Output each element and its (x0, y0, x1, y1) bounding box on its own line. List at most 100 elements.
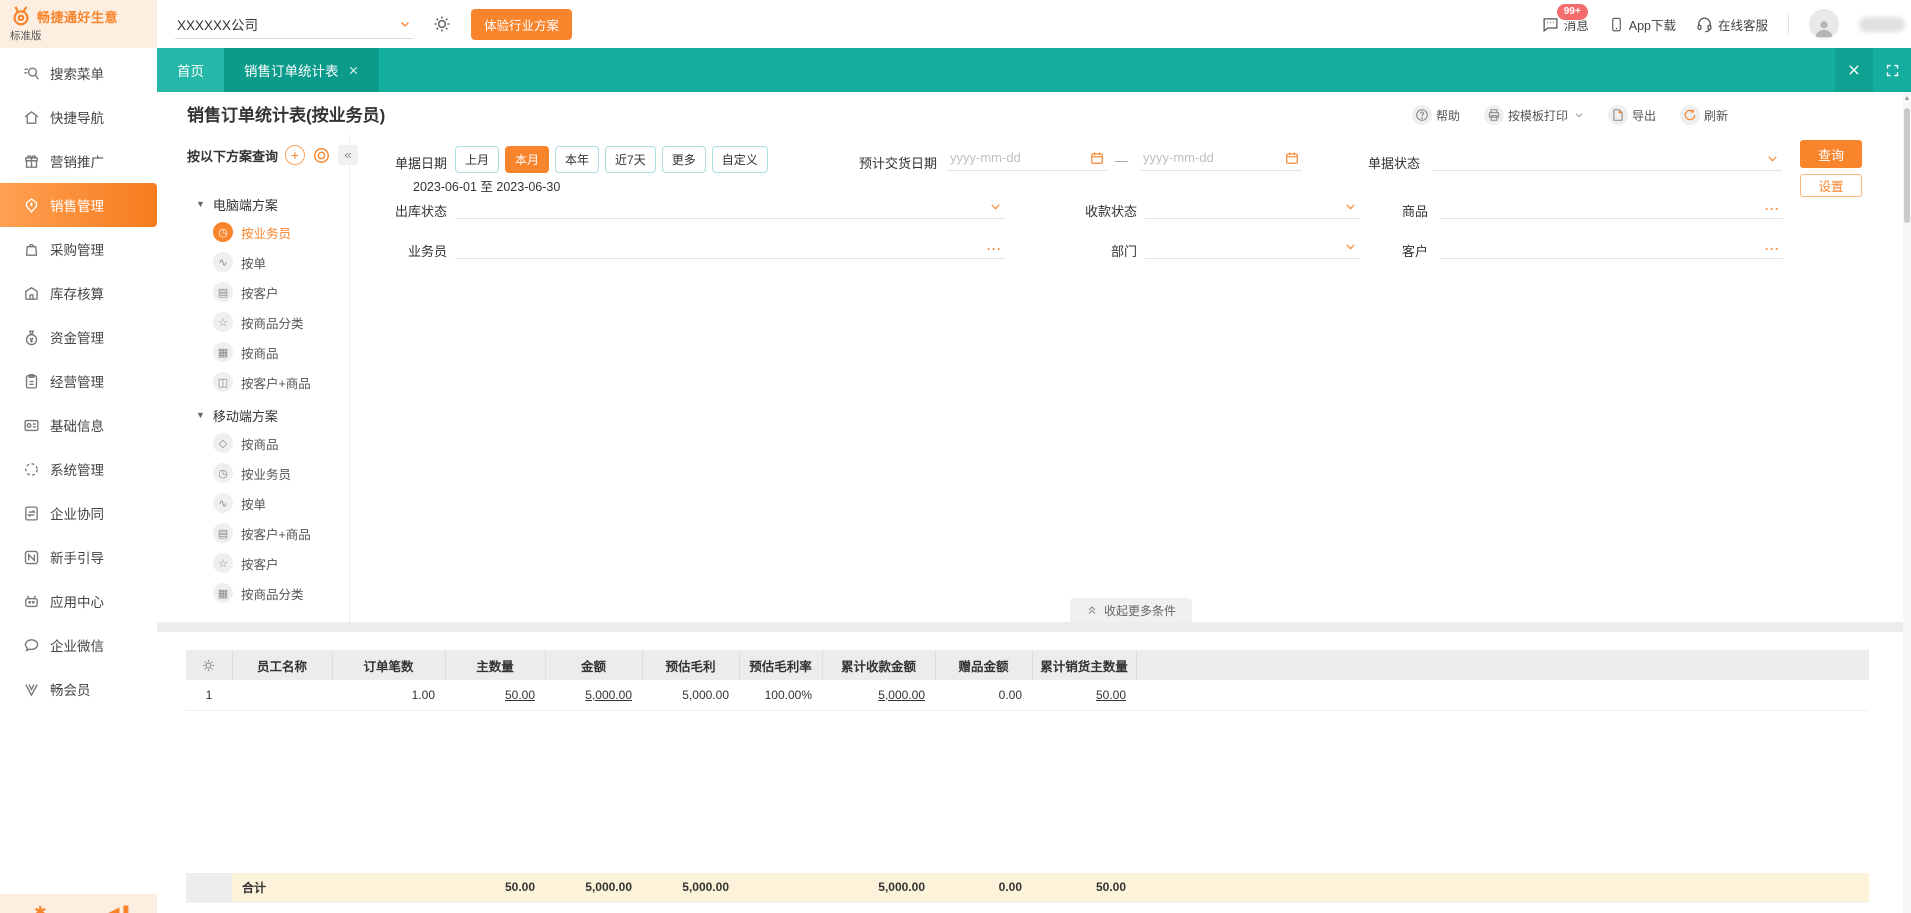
sidebar-item-app-center[interactable]: 应用中心 (0, 579, 157, 623)
company-selector[interactable]: XXXXXX公司 (175, 10, 413, 39)
outbound-status-label: 出库状态 (394, 204, 447, 219)
col-est-profit[interactable]: 预估毛利 (642, 650, 740, 680)
doc-date-label: 单据日期 (394, 156, 447, 171)
dashed-circle-icon (22, 460, 40, 478)
tab-active-label: 销售订单统计表 (244, 64, 339, 79)
settings-button[interactable]: 设置 (1800, 174, 1862, 197)
sidebar-item-basic-info[interactable]: 基础信息 (0, 403, 157, 447)
settings-gear-icon[interactable] (433, 15, 451, 33)
export-icon (1607, 105, 1628, 125)
pill-this-month[interactable]: 本月 (505, 146, 550, 173)
cell-order-count: 1.00 (332, 680, 445, 711)
chevron-down-icon[interactable] (1574, 110, 1584, 120)
tree-item-m-by-goods-category[interactable]: ▦ 按商品分类 (157, 578, 349, 608)
table-total-row: 合计 50.00 5,000.00 5,000.00 5,000.00 0.00… (186, 872, 1869, 903)
tree-item-by-customer-goods[interactable]: ◫ 按客户+商品 (157, 367, 349, 397)
tree-group-pc[interactable]: ▼ 电脑端方案 (157, 191, 349, 217)
vertical-scrollbar[interactable]: ▲ (1903, 92, 1911, 913)
column-settings-button[interactable] (186, 650, 233, 680)
tree-item-by-order[interactable]: ∿ 按单 (157, 247, 349, 277)
user-name-redacted[interactable] (1859, 16, 1905, 32)
bar-chart-icon: ▦ (213, 583, 233, 603)
page-title: 销售订单统计表(按业务员) (187, 106, 386, 125)
refresh-button[interactable]: 刷新 (1679, 105, 1728, 125)
delivery-date-start-input[interactable]: yyyy-mm-dd (947, 145, 1107, 171)
col-main-qty[interactable]: 主数量 (445, 650, 546, 680)
tree-item-m-by-customer-goods[interactable]: ▤ 按客户+商品 (157, 518, 349, 548)
sidebar-item-quick-nav[interactable]: 快捷导航 (0, 95, 157, 139)
tab-sales-order-report[interactable]: 销售订单统计表 (224, 48, 379, 92)
chevron-down-icon (989, 200, 1002, 213)
sidebar-item-search-menu[interactable]: 搜索菜单 (0, 51, 157, 95)
delivery-date-end-input[interactable]: yyyy-mm-dd (1140, 145, 1302, 171)
sidebar-item-sales-management[interactable]: 销售管理 (0, 183, 157, 227)
department-select[interactable] (1145, 233, 1360, 259)
money-bag-icon (22, 328, 40, 346)
col-received-amount[interactable]: 累计收款金额 (822, 650, 936, 680)
scroll-up-arrow-icon[interactable]: ▲ (1903, 95, 1911, 102)
col-sold-qty[interactable]: 累计销货主数量 (1032, 650, 1137, 680)
add-scheme-icon[interactable]: + (285, 145, 306, 165)
close-all-tabs-icon[interactable] (1835, 48, 1873, 92)
tree-item-by-goods-category[interactable]: ☆ 按商品分类 (157, 307, 349, 337)
gear-icon[interactable]: ✱ (34, 903, 47, 913)
goods-picker[interactable]: ··· (1440, 193, 1783, 219)
messages-button[interactable]: 99+ 消息 (1542, 2, 1589, 34)
tree-item-m-by-order[interactable]: ∿ 按单 (157, 488, 349, 518)
total-gift-amount: 0.00 (935, 872, 1032, 903)
print-by-template-button[interactable]: 按模板打印 (1483, 105, 1584, 125)
chat-bubble-icon (22, 636, 40, 654)
table-row[interactable]: 1 1.00 50.00 5,000.00 5,000.00 100.00% 5… (186, 680, 1869, 711)
tree-item-m-by-salesman[interactable]: ◷ 按业务员 (157, 458, 349, 488)
pill-more[interactable]: 更多 (661, 146, 706, 173)
tree-item-by-salesman[interactable]: ◷ 按业务员 (157, 217, 349, 247)
sidebar-item-funds-management[interactable]: 资金管理 (0, 315, 157, 359)
doc-status-select[interactable] (1432, 145, 1782, 171)
trend-icon: ∿ (213, 252, 233, 272)
col-gift-amount[interactable]: 赠品金额 (935, 650, 1033, 680)
outbound-status-select[interactable] (455, 193, 1005, 219)
sidebar-item-inventory-accounting[interactable]: 库存核算 (0, 271, 157, 315)
export-button[interactable]: 导出 (1607, 105, 1656, 125)
pill-this-year[interactable]: 本年 (555, 146, 600, 173)
avatar[interactable] (1809, 9, 1839, 39)
tree-item-m-by-customer[interactable]: ☆ 按客户 (157, 548, 349, 578)
tree-item-m-by-goods[interactable]: ◇ 按商品 (157, 428, 349, 458)
sidebar-item-business-management[interactable]: 经营管理 (0, 359, 157, 403)
tree-group-mobile[interactable]: ▼ 移动端方案 (157, 402, 349, 428)
pill-custom[interactable]: 自定义 (711, 146, 768, 173)
tree-item-by-goods[interactable]: ▦ 按商品 (157, 337, 349, 367)
scrollbar-thumb[interactable] (1904, 108, 1910, 223)
customer-picker[interactable]: ··· (1440, 233, 1783, 259)
help-button[interactable]: 帮助 (1411, 105, 1460, 125)
pill-last-7-days[interactable]: 近7天 (605, 146, 656, 173)
salesman-picker[interactable]: ··· (455, 233, 1005, 259)
app-download-button[interactable]: App下载 (1609, 15, 1676, 34)
online-service-button[interactable]: 在线客服 (1696, 15, 1768, 34)
col-est-profit-rate[interactable]: 预估毛利率 (739, 650, 823, 680)
tab-home[interactable]: 首页 (157, 48, 224, 92)
tab-close-icon[interactable] (348, 65, 359, 76)
receipt-status-select[interactable] (1145, 193, 1360, 219)
sidebar-item-system-management[interactable]: 系统管理 (0, 447, 157, 491)
sidebar-item-marketing[interactable]: 营销推广 (0, 139, 157, 183)
query-button[interactable]: 查询 (1800, 140, 1862, 168)
tree-item-by-customer[interactable]: ▤ 按客户 (157, 277, 349, 307)
col-order-count[interactable]: 订单笔数 (332, 650, 446, 680)
trial-industry-plan-button[interactable]: 体验行业方案 (471, 8, 573, 40)
scheme-settings-icon[interactable] (312, 146, 331, 165)
col-employee-name[interactable]: 员工名称 (232, 650, 333, 680)
pill-last-month[interactable]: 上月 (455, 146, 500, 173)
sidebar-item-beginner-guide[interactable]: 新手引导 (0, 535, 157, 579)
fullscreen-icon[interactable] (1873, 48, 1911, 92)
sidebar-item-purchase-management[interactable]: 采购管理 (0, 227, 157, 271)
sidebar-item-wecom[interactable]: 企业微信 (0, 623, 157, 667)
sidebar-item-chang-member[interactable]: 畅会员 (0, 667, 157, 711)
sidebar-item-enterprise-collab[interactable]: 企业协同 (0, 491, 157, 535)
megaphone-icon[interactable]: ◀❚ (108, 903, 132, 913)
col-amount[interactable]: 金额 (545, 650, 643, 680)
cell-est-profit-rate: 100.00% (739, 680, 822, 711)
customer-label: 客户 (1401, 244, 1428, 259)
collapse-more-conditions-button[interactable]: 收起更多条件 (1070, 598, 1192, 622)
id-card-icon (22, 416, 40, 434)
